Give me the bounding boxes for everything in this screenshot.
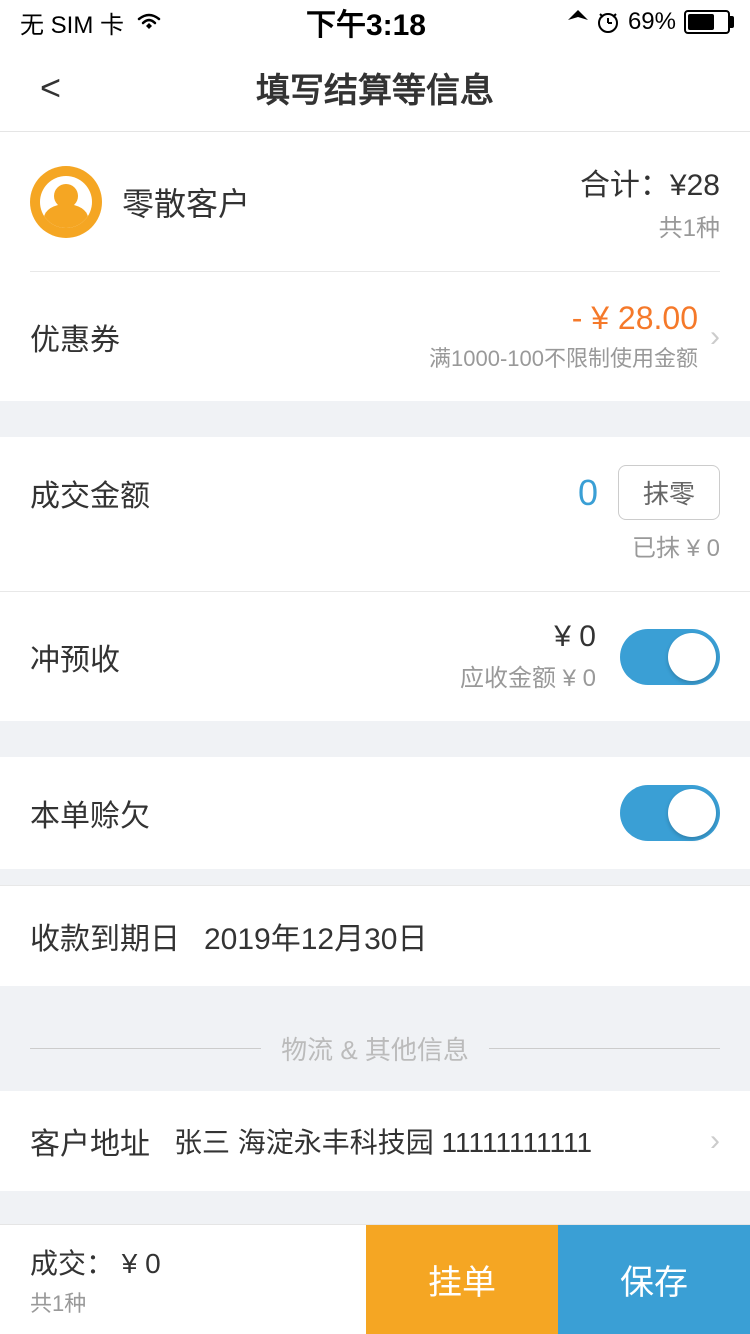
status-bar: 无 SIM 卡 下午3:18 69%	[0, 0, 750, 44]
prepay-toggle[interactable]	[620, 629, 720, 685]
duedate-section: 收款到期日 2019年12月30日	[0, 885, 750, 986]
summary-deal-amount: ¥ 0	[122, 1248, 161, 1279]
customer-avatar	[30, 166, 102, 238]
prepay-info: ¥ 0 应收金额 ¥ 0	[460, 620, 596, 693]
page-title: 填写结算等信息	[256, 63, 494, 112]
prepay-right: ¥ 0 应收金额 ¥ 0	[460, 620, 720, 693]
alarm-icon	[596, 10, 620, 34]
prepay-label: 冲预收	[30, 635, 120, 679]
gray-separator-1	[0, 417, 750, 437]
deal-amount-value: 0	[578, 472, 598, 514]
coupon-info: - ¥ 28.00 满1000-100不限制使用金额	[429, 300, 698, 373]
deal-amount-row: 成交金额 0 抹零 已抹 ¥ 0	[0, 437, 750, 591]
summary-deal: 成交： ¥ 0	[30, 1242, 336, 1282]
status-time: 下午3:18	[306, 0, 426, 44]
customer-row: 零散客户 合计：¥28 共1种	[0, 132, 750, 271]
amount-sub: 已抹 ¥ 0	[30, 528, 720, 563]
customer-name: 零散客户	[122, 179, 250, 225]
battery-percent: 69%	[628, 8, 676, 36]
customer-total: 合计：¥28 共1种	[580, 160, 720, 243]
total-count: 共1种	[580, 208, 720, 243]
coupon-right: - ¥ 28.00 满1000-100不限制使用金额 ›	[429, 300, 720, 373]
duedate-label: 收款到期日	[30, 914, 180, 958]
logistics-section: 物流 & 其他信息	[0, 1006, 750, 1091]
logistics-text: 物流 & 其他信息	[281, 1030, 469, 1067]
amount-section: 成交金额 0 抹零 已抹 ¥ 0 冲预收 ¥ 0 应收金额 ¥ 0	[0, 437, 750, 721]
customer-section: 零散客户 合计：¥28 共1种 优惠券 - ¥ 28.00 满1000-100不…	[0, 132, 750, 401]
prepay-amount: ¥ 0	[460, 620, 596, 654]
content: 零散客户 合计：¥28 共1种 优惠券 - ¥ 28.00 满1000-100不…	[0, 132, 750, 1311]
deal-amount-label: 成交金额	[30, 471, 150, 515]
prepay-row: 冲预收 ¥ 0 应收金额 ¥ 0	[0, 591, 750, 721]
gray-separator-3	[0, 986, 750, 1006]
round-button[interactable]: 抹零	[618, 465, 720, 520]
total-amount: 合计：¥28	[580, 160, 720, 204]
coupon-label: 优惠券	[30, 315, 120, 359]
coupon-row[interactable]: 优惠券 - ¥ 28.00 满1000-100不限制使用金额 ›	[0, 272, 750, 401]
back-button[interactable]: <	[30, 57, 71, 119]
prepay-receivable: 应收金额 ¥ 0	[460, 658, 596, 693]
debt-section: 本单赊欠	[0, 757, 750, 869]
address-section[interactable]: 客户地址 张三 海淀永丰科技园 11111111111 ›	[0, 1091, 750, 1191]
toggle-knob	[668, 633, 716, 681]
bottom-bar: 成交： ¥ 0 共1种 挂单 保存	[0, 1224, 750, 1334]
logistics-dash-left	[30, 1048, 261, 1049]
address-chevron-icon: ›	[710, 1124, 720, 1158]
coupon-amount: - ¥ 28.00	[429, 300, 698, 337]
duedate-row: 收款到期日 2019年12月30日	[30, 914, 720, 958]
location-icon	[568, 10, 588, 34]
bottom-summary: 成交： ¥ 0 共1种	[0, 1242, 366, 1318]
logistics-line: 物流 & 其他信息	[30, 1030, 720, 1067]
amount-right: 0 抹零	[578, 465, 720, 520]
coupon-desc: 满1000-100不限制使用金额	[429, 341, 698, 373]
customer-left: 零散客户	[30, 166, 250, 238]
sim-status: 无 SIM 卡	[20, 5, 124, 40]
address-label: 客户地址	[30, 1119, 150, 1163]
summary-deal-label: 成交：	[30, 1248, 114, 1279]
battery-icon	[684, 10, 730, 34]
gray-separator-2	[0, 737, 750, 757]
debt-toggle-knob	[668, 789, 716, 837]
logistics-dash-right	[489, 1048, 720, 1049]
wifi-icon	[134, 11, 164, 33]
status-right: 69%	[568, 8, 730, 36]
save-button[interactable]: 保存	[558, 1225, 750, 1334]
summary-count: 共1种	[30, 1286, 336, 1318]
debt-toggle[interactable]	[620, 785, 720, 841]
address-value: 张三 海淀永丰科技园 11111111111	[174, 1121, 710, 1161]
hang-button[interactable]: 挂单	[366, 1225, 558, 1334]
debt-label: 本单赊欠	[30, 791, 150, 835]
nav-bar: < 填写结算等信息	[0, 44, 750, 132]
duedate-value: 2019年12月30日	[204, 914, 427, 958]
coupon-chevron-icon: ›	[710, 320, 720, 354]
status-left: 无 SIM 卡	[20, 5, 164, 40]
amount-row: 成交金额 0 抹零	[30, 465, 720, 520]
